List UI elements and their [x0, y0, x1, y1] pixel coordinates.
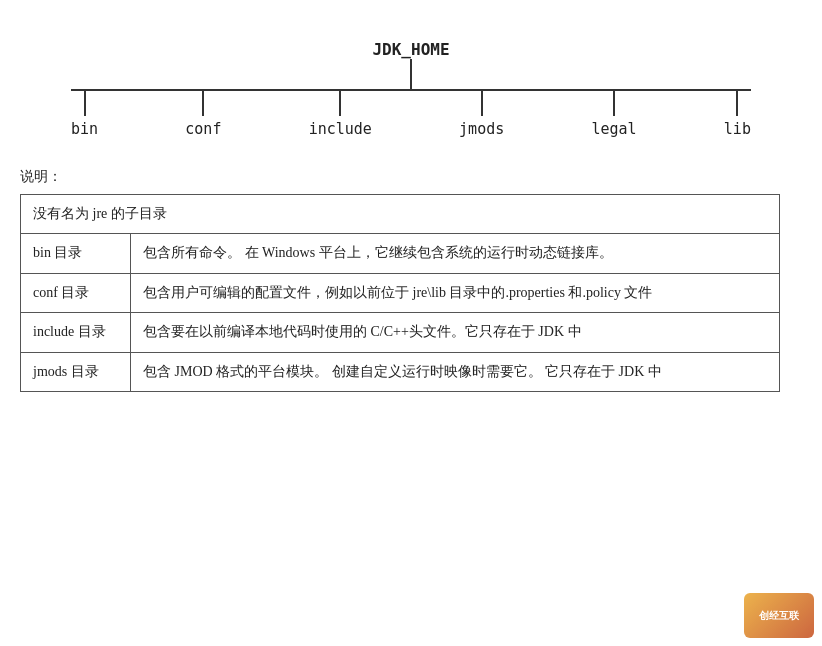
- table-cell-bin-label: bin 目录: [21, 234, 131, 273]
- tree-branches: bin conf include jmods legal lib: [71, 91, 751, 138]
- branch-vertical-legal: [613, 91, 615, 116]
- table-cell-include-label: include 目录: [21, 313, 131, 352]
- table-row-bin: bin 目录 包含所有命令。 在 Windows 平台上，它继续包含系统的运行时…: [21, 234, 780, 273]
- description-table: 没有名为 jre 的子目录 bin 目录 包含所有命令。 在 Windows 平…: [20, 194, 780, 392]
- branch-vertical-lib: [736, 91, 738, 116]
- branch-label-jmods: jmods: [459, 120, 504, 138]
- branch-lib: lib: [724, 91, 751, 138]
- branch-label-conf: conf: [185, 120, 221, 138]
- branch-vertical-include: [339, 91, 341, 116]
- watermark-text: 创经互联: [759, 609, 799, 623]
- branch-vertical-conf: [202, 91, 204, 116]
- root-vertical-connector: [410, 59, 412, 89]
- branch-label-include: include: [309, 120, 372, 138]
- table-row-include: include 目录 包含要在以前编译本地代码时使用的 C/C++头文件。它只存…: [21, 313, 780, 352]
- table-row-jmods: jmods 目录 包含 JMOD 格式的平台模块。 创建自定义运行时映像时需要它…: [21, 352, 780, 391]
- description-label: 说明：: [20, 168, 802, 186]
- tree-root-label: JDK_HOME: [372, 40, 449, 59]
- branch-label-legal: legal: [591, 120, 636, 138]
- table-row-jre: 没有名为 jre 的子目录: [21, 195, 780, 234]
- branch-vertical-bin: [84, 91, 86, 116]
- branch-bin: bin: [71, 91, 98, 138]
- table-cell-include-desc: 包含要在以前编译本地代码时使用的 C/C++头文件。它只存在于 JDK 中: [131, 313, 780, 352]
- table-cell-jmods-label: jmods 目录: [21, 352, 131, 391]
- branch-label-bin: bin: [71, 120, 98, 138]
- table-cell-conf-desc: 包含用户可编辑的配置文件，例如以前位于 jre\lib 目录中的.propert…: [131, 273, 780, 312]
- branch-vertical-jmods: [481, 91, 483, 116]
- branch-jmods: jmods: [459, 91, 504, 138]
- branch-legal: legal: [591, 91, 636, 138]
- branch-conf: conf: [185, 91, 221, 138]
- branch-label-lib: lib: [724, 120, 751, 138]
- table-cell-jmods-desc: 包含 JMOD 格式的平台模块。 创建自定义运行时映像时需要它。 它只存在于 J…: [131, 352, 780, 391]
- branch-include: include: [309, 91, 372, 138]
- table-cell-conf-label: conf 目录: [21, 273, 131, 312]
- watermark: 创经互联: [744, 593, 814, 638]
- description-section: 说明： 没有名为 jre 的子目录 bin 目录 包含所有命令。 在 Windo…: [20, 168, 802, 392]
- tree-diagram: JDK_HOME bin conf include jmods legal li…: [20, 20, 802, 138]
- table-cell-jre-full: 没有名为 jre 的子目录: [21, 195, 780, 234]
- table-row-conf: conf 目录 包含用户可编辑的配置文件，例如以前位于 jre\lib 目录中的…: [21, 273, 780, 312]
- table-cell-bin-desc: 包含所有命令。 在 Windows 平台上，它继续包含系统的运行时动态链接库。: [131, 234, 780, 273]
